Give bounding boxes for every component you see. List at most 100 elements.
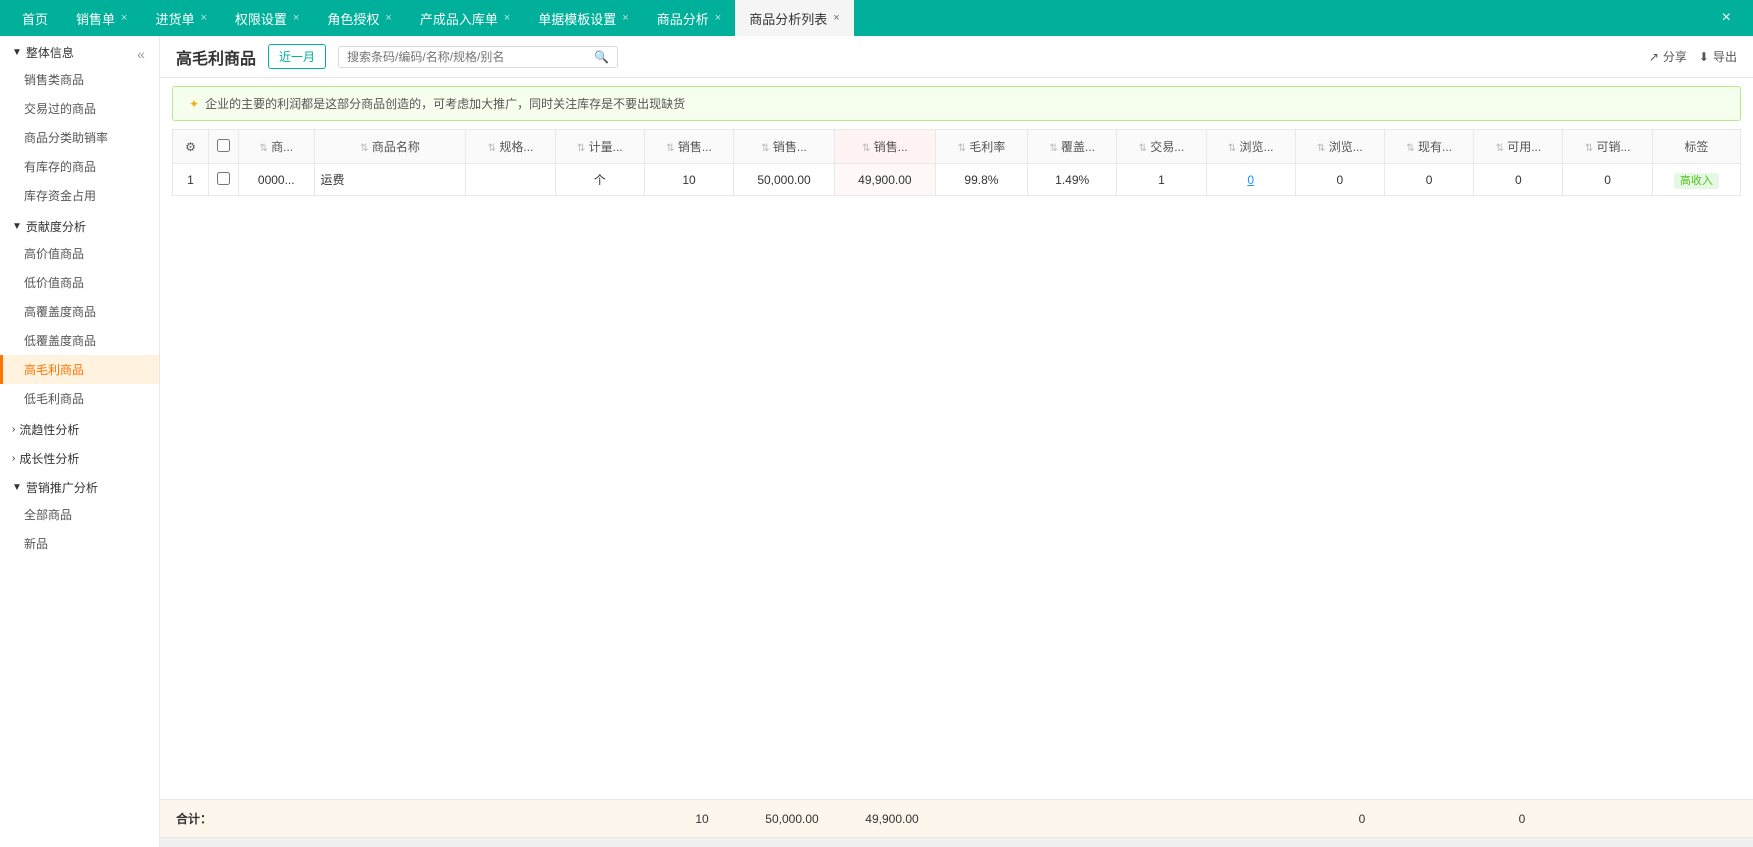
- top-navigation: 首页 销售单 × 进货单 × 权限设置 × 角色授权 × 产成品入库单 × 单据…: [0, 0, 1753, 36]
- cell-checkbox[interactable]: [209, 164, 239, 196]
- sidebar-item-sales-products[interactable]: 销售类商品: [0, 65, 159, 94]
- cell-current-stock: 0: [1385, 164, 1474, 196]
- sidebar-item-low-value[interactable]: 低价值商品: [0, 268, 159, 297]
- close-role-auth[interactable]: ×: [385, 12, 391, 24]
- cell-browse1[interactable]: 0: [1206, 164, 1295, 196]
- sidebar-group-trend[interactable]: › 流趋性分析: [0, 413, 159, 442]
- col-browse2[interactable]: ⇅ 浏览...: [1295, 130, 1384, 164]
- close-product-analysis[interactable]: ×: [715, 12, 721, 24]
- col-transaction[interactable]: ⇅ 交易...: [1117, 130, 1206, 164]
- col-sales-amount[interactable]: ⇅ 销售...: [734, 130, 835, 164]
- sidebar-group-marketing[interactable]: ▼ 营销推广分析: [0, 471, 159, 500]
- sidebar-item-stock-capital[interactable]: 库存资金占用: [0, 181, 159, 210]
- nav-role-auth[interactable]: 角色授权 ×: [313, 0, 405, 36]
- nav-home[interactable]: 首页: [8, 0, 62, 36]
- nav-purchase-order[interactable]: 进货单 ×: [141, 0, 220, 36]
- info-banner: ✦ 企业的主要的利润都是这部分商品创造的，可考虑加大推广，同时关注库存是不要出现…: [172, 86, 1741, 121]
- nav-product-analysis-list[interactable]: 商品分析列表 ×: [735, 0, 853, 36]
- search-box[interactable]: 🔍: [338, 46, 618, 68]
- content-panel: 高毛利商品 近一月 🔍 ↗ 分享 ⬇ 导出 ✦ 企业的主要的利润都是这部分商品创…: [160, 36, 1753, 847]
- cell-browse2: 0: [1295, 164, 1384, 196]
- col-spec[interactable]: ⇅ 规格...: [466, 130, 555, 164]
- close-purchase-order[interactable]: ×: [200, 12, 206, 24]
- search-icon[interactable]: 🔍: [594, 50, 609, 64]
- col-checkbox[interactable]: [209, 130, 239, 164]
- sidebar-item-new-products[interactable]: 新品: [0, 529, 159, 558]
- share-button[interactable]: ↗ 分享: [1649, 48, 1687, 65]
- sidebar-item-low-coverage[interactable]: 低覆盖度商品: [0, 326, 159, 355]
- cell-coverage: 1.49%: [1028, 164, 1117, 196]
- sidebar: « ▼ 整体信息 销售类商品 交易过的商品 商品分类助销率 有库存的商品 库存资…: [0, 36, 160, 847]
- data-table: ⚙ ⇅ 商... ⇅ 商品名称: [172, 129, 1741, 196]
- sidebar-collapse-button[interactable]: «: [131, 44, 151, 64]
- col-saleable[interactable]: ⇅ 可销...: [1563, 130, 1652, 164]
- footer-total-saleable: 0: [1482, 812, 1562, 826]
- col-browse1[interactable]: ⇅ 浏览...: [1206, 130, 1295, 164]
- close-permission-settings[interactable]: ×: [293, 12, 299, 24]
- cell-spec: [466, 164, 555, 196]
- expand-arrow-trend: ›: [12, 424, 15, 435]
- export-icon: ⬇: [1699, 50, 1709, 64]
- table-row[interactable]: 1 0000... 运费 个 10 50,000.00 49,900.00 99…: [173, 164, 1741, 196]
- nav-permission-settings[interactable]: 权限设置 ×: [221, 0, 313, 36]
- table-header-row: ⚙ ⇅ 商... ⇅ 商品名称: [173, 130, 1741, 164]
- col-tag[interactable]: 标签: [1652, 130, 1740, 164]
- footer-total-label: 合计：: [176, 810, 296, 827]
- cell-margin-rate: 99.8%: [935, 164, 1027, 196]
- close-template-settings[interactable]: ×: [622, 12, 628, 24]
- sidebar-item-high-value[interactable]: 高价值商品: [0, 239, 159, 268]
- cell-sku-code: 0000...: [239, 164, 315, 196]
- footer-total-profit: 49,900.00: [842, 812, 942, 826]
- panel-header: 高毛利商品 近一月 🔍 ↗ 分享 ⬇ 导出: [160, 36, 1753, 78]
- sidebar-item-in-stock-products[interactable]: 有库存的商品: [0, 152, 159, 181]
- close-product-inbound[interactable]: ×: [504, 12, 510, 24]
- col-sales-qty[interactable]: ⇅ 销售...: [644, 130, 733, 164]
- col-sales-profit[interactable]: ⇅ 销售...: [834, 130, 935, 164]
- close-sales-order[interactable]: ×: [121, 12, 127, 24]
- window-close-button[interactable]: ×: [1708, 0, 1745, 36]
- sidebar-item-high-coverage[interactable]: 高覆盖度商品: [0, 297, 159, 326]
- footer-total-stock: 0: [1322, 812, 1402, 826]
- cell-sales-amount: 50,000.00: [734, 164, 835, 196]
- table-container[interactable]: ⚙ ⇅ 商... ⇅ 商品名称: [160, 129, 1753, 799]
- close-product-analysis-list[interactable]: ×: [833, 12, 839, 24]
- nav-template-settings[interactable]: 单据模板设置 ×: [524, 0, 642, 36]
- sidebar-item-low-margin[interactable]: 低毛利商品: [0, 384, 159, 413]
- sidebar-item-high-margin[interactable]: 高毛利商品: [0, 355, 159, 384]
- sidebar-item-all-products[interactable]: 全部商品: [0, 500, 159, 529]
- col-unit[interactable]: ⇅ 计量...: [555, 130, 644, 164]
- col-current-stock[interactable]: ⇅ 现有...: [1385, 130, 1474, 164]
- horizontal-scrollbar[interactable]: [160, 837, 1753, 847]
- cell-sales-profit: 49,900.00: [834, 164, 935, 196]
- nav-product-inbound[interactable]: 产成品入库单 ×: [406, 0, 524, 36]
- panel-title: 高毛利商品: [176, 45, 256, 69]
- col-coverage[interactable]: ⇅ 覆盖...: [1028, 130, 1117, 164]
- sidebar-item-traded-products[interactable]: 交易过的商品: [0, 94, 159, 123]
- share-icon: ↗: [1649, 50, 1659, 64]
- col-product-name[interactable]: ⇅ 商品名称: [314, 130, 466, 164]
- sidebar-group-contribution[interactable]: ▼ 贡献度分析: [0, 210, 159, 239]
- cell-saleable: 0: [1563, 164, 1652, 196]
- col-available[interactable]: ⇅ 可用...: [1474, 130, 1563, 164]
- export-button[interactable]: ⬇ 导出: [1699, 48, 1737, 65]
- header-actions: ↗ 分享 ⬇ 导出: [1649, 48, 1737, 65]
- cell-tag: 高收入: [1652, 164, 1740, 196]
- sidebar-item-category-assist-rate[interactable]: 商品分类助销率: [0, 123, 159, 152]
- cell-unit: 个: [555, 164, 644, 196]
- nav-sales-order[interactable]: 销售单 ×: [62, 0, 141, 36]
- footer-total-amount: 50,000.00: [742, 812, 842, 826]
- cell-available: 0: [1474, 164, 1563, 196]
- col-margin-rate[interactable]: ⇅ 毛利率: [935, 130, 1027, 164]
- col-settings[interactable]: ⚙: [173, 130, 209, 164]
- expand-arrow-growth: ›: [12, 453, 15, 464]
- cell-product-name: 运费: [314, 164, 466, 196]
- cell-index: 1: [173, 164, 209, 196]
- sidebar-group-growth[interactable]: › 成长性分析: [0, 442, 159, 471]
- date-filter-button[interactable]: 近一月: [268, 44, 326, 69]
- expand-arrow-contribution: ▼: [12, 221, 22, 232]
- select-all-checkbox[interactable]: [217, 139, 230, 152]
- search-input[interactable]: [347, 50, 590, 64]
- cell-transaction: 1: [1117, 164, 1206, 196]
- nav-product-analysis[interactable]: 商品分析 ×: [643, 0, 735, 36]
- col-sku-code[interactable]: ⇅ 商...: [239, 130, 315, 164]
